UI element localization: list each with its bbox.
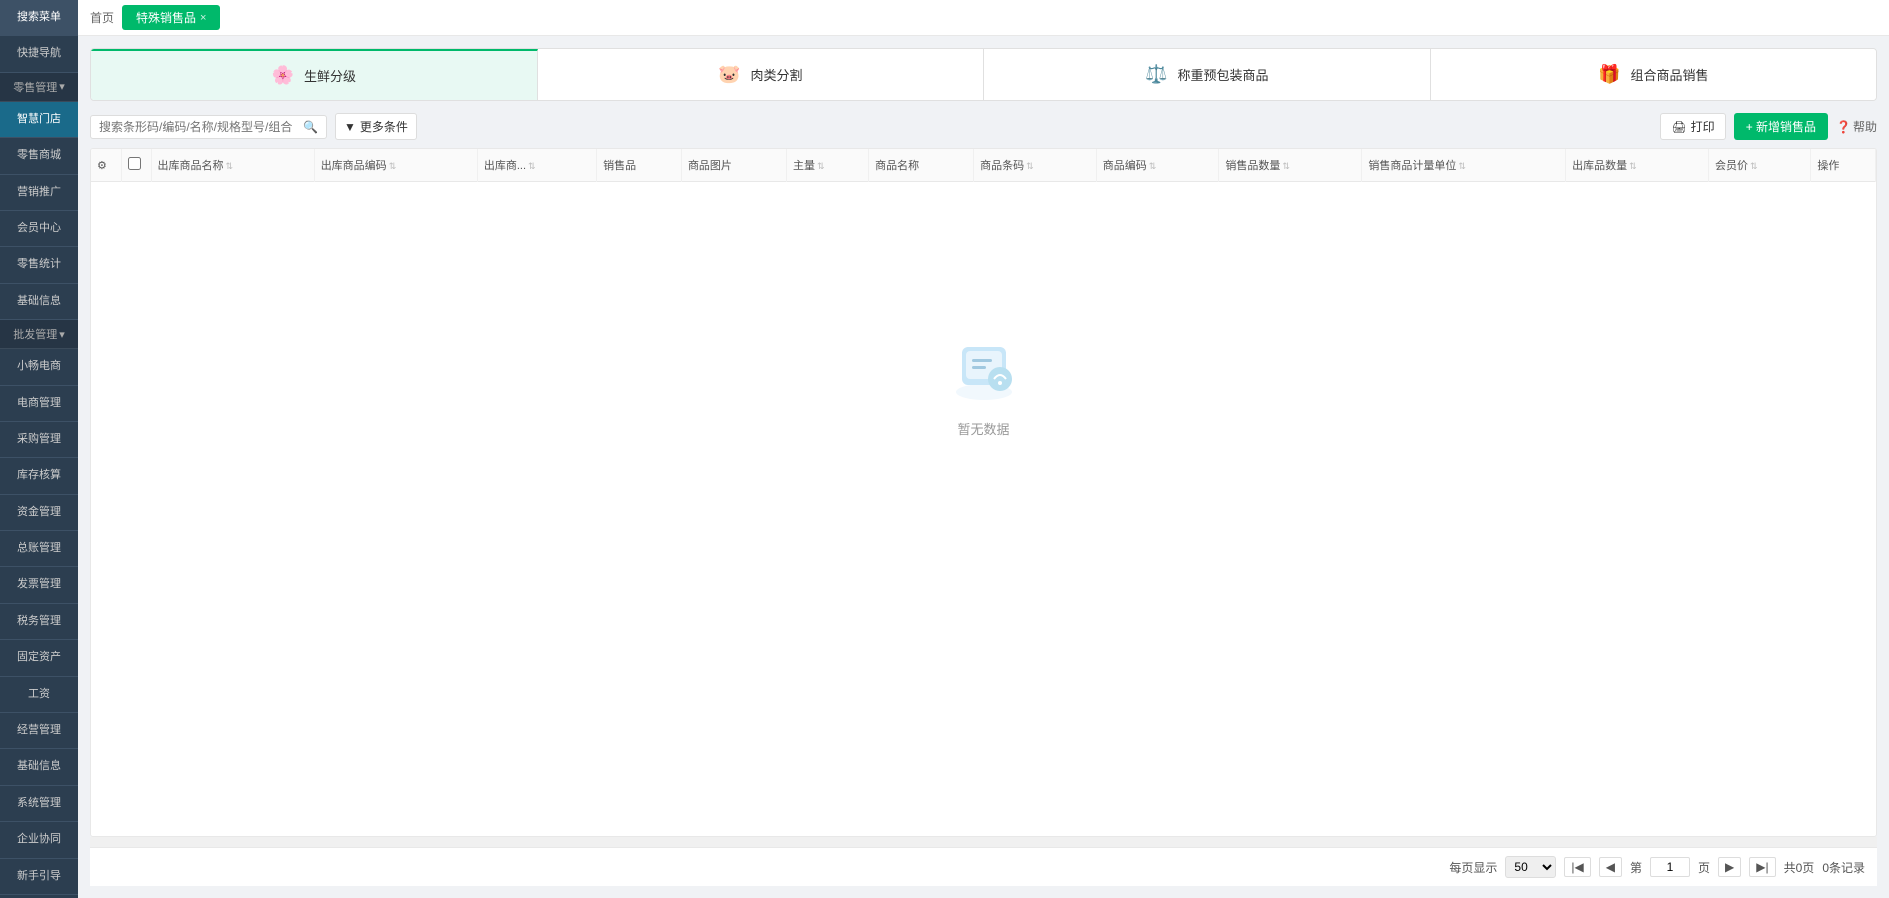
empty-state: 暂无数据 xyxy=(91,182,1876,582)
table-header-row: ⚙ 出库商品名称⇅ 出库商品编码⇅ 出库商...⇅ 销售品 商品图片 主量⇅ 商… xyxy=(91,149,1876,182)
tab-combo-sales[interactable]: 🎁 组合商品销售 xyxy=(1431,49,1877,100)
col-barcode[interactable]: 商品条码⇅ xyxy=(974,149,1097,182)
col-member-price[interactable]: 会员价⇅ xyxy=(1709,149,1811,182)
sidebar-item-basic-info-2[interactable]: 基础信息 xyxy=(0,749,78,785)
col-out-product[interactable]: 出库商...⇅ xyxy=(477,149,596,182)
help-icon: ❓ xyxy=(1836,120,1851,134)
col-product-image[interactable]: 商品图片 xyxy=(681,149,786,182)
active-tab[interactable]: 特殊销售品 × xyxy=(122,5,220,30)
col-out-name[interactable]: 出库商品名称⇅ xyxy=(151,149,314,182)
col-out-code[interactable]: 出库商品编码⇅ xyxy=(314,149,477,182)
col-product-code[interactable]: 商品编码⇅ xyxy=(1096,149,1219,182)
sidebar-item-beginner-guide[interactable]: 新手引导 xyxy=(0,859,78,895)
toolbar: 🔍 ▼ 更多条件 🖨 打印 + 新增销售品 ❓ 帮助 xyxy=(90,113,1877,140)
per-page-select[interactable]: 50 10 20 100 xyxy=(1505,856,1556,878)
empty-state-icon xyxy=(944,327,1024,407)
help-button[interactable]: ❓ 帮助 xyxy=(1836,118,1877,135)
col-out-quantity[interactable]: 出库品数量⇅ xyxy=(1566,149,1709,182)
fresh-grading-icon: 🌸 xyxy=(272,65,294,86)
col-sale-product[interactable]: 销售品 xyxy=(597,149,682,182)
sidebar-item-inventory[interactable]: 库存核算 xyxy=(0,458,78,494)
print-button[interactable]: 🖨 打印 xyxy=(1660,113,1725,140)
sidebar-item-marketing[interactable]: 营销推广 xyxy=(0,175,78,211)
sidebar-item-ecommerce-mgmt[interactable]: 电商管理 xyxy=(0,386,78,422)
page-number-input[interactable] xyxy=(1650,857,1690,877)
tab-meat-cutting[interactable]: 🐷 肉类分割 xyxy=(538,49,985,100)
sidebar-item-basic-info-1[interactable]: 基础信息 xyxy=(0,284,78,320)
sidebar-item-finance-mgmt[interactable]: 资金管理 xyxy=(0,495,78,531)
sidebar-item-general-ledger[interactable]: 总账管理 xyxy=(0,531,78,567)
last-page-button[interactable]: ▶| xyxy=(1749,857,1775,877)
page-content: 🌸 生鲜分级 🐷 肉类分割 ⚖️ 称重预包装商品 🎁 组合商品销售 🔍 xyxy=(78,36,1889,898)
sidebar: 搜索菜单 快捷导航 零售管理 ▾ 智慧门店 零售商城 营销推广 会员中心 零售统… xyxy=(0,0,78,898)
tab-weight-prepack[interactable]: ⚖️ 称重预包装商品 xyxy=(984,49,1431,100)
meat-cutting-icon: 🐷 xyxy=(718,64,740,85)
toolbar-right: 🖨 打印 + 新增销售品 ❓ 帮助 xyxy=(1660,113,1877,140)
sidebar-item-salary[interactable]: 工资 xyxy=(0,677,78,713)
sidebar-item-system-mgmt[interactable]: 系统管理 xyxy=(0,786,78,822)
prev-page-button[interactable]: ◀ xyxy=(1599,857,1622,877)
main-content: 首页 特殊销售品 × 🌸 生鲜分级 🐷 肉类分割 ⚖️ 称重预包装商品 🎁 组合… xyxy=(78,0,1889,898)
filter-button[interactable]: ▼ 更多条件 xyxy=(335,113,417,140)
next-page-button[interactable]: ▶ xyxy=(1718,857,1741,877)
select-all-checkbox[interactable] xyxy=(128,157,141,170)
tab-close-icon[interactable]: × xyxy=(200,12,206,24)
sidebar-item-enterprise-collab[interactable]: 企业协同 xyxy=(0,822,78,858)
search-icon[interactable]: 🔍 xyxy=(303,120,318,134)
sidebar-search[interactable]: 搜索菜单 xyxy=(0,0,78,36)
col-sale-quantity[interactable]: 销售品数量⇅ xyxy=(1219,149,1362,182)
data-table: ⚙ 出库商品名称⇅ 出库商品编码⇅ 出库商...⇅ 销售品 商品图片 主量⇅ 商… xyxy=(91,149,1876,182)
sidebar-item-fixed-assets[interactable]: 固定资产 xyxy=(0,640,78,676)
col-settings[interactable]: ⚙ xyxy=(91,149,121,182)
sidebar-item-wholesale-mgmt[interactable]: 批发管理 ▾ xyxy=(0,320,78,349)
first-page-button[interactable]: |◀ xyxy=(1564,857,1590,877)
sidebar-item-ops-mgmt[interactable]: 经营管理 xyxy=(0,713,78,749)
tab-fresh-grading[interactable]: 🌸 生鲜分级 xyxy=(91,49,538,100)
sidebar-item-smart-store[interactable]: 智慧门店 xyxy=(0,102,78,138)
pagination: 每页显示 50 10 20 100 |◀ ◀ 第 页 ▶ ▶| 共0页 0条记录 xyxy=(90,847,1877,886)
sidebar-item-retail-mgmt[interactable]: 零售管理 ▾ xyxy=(0,73,78,102)
search-box: 🔍 xyxy=(90,115,327,139)
col-main-weight[interactable]: 主量⇅ xyxy=(786,149,868,182)
col-checkbox[interactable] xyxy=(121,149,151,182)
sidebar-item-retail-mall[interactable]: 零售商城 xyxy=(0,138,78,174)
col-sale-unit[interactable]: 销售商品计量单位⇅ xyxy=(1362,149,1566,182)
toolbar-left: 🔍 ▼ 更多条件 xyxy=(90,113,417,140)
weight-prepack-icon: ⚖️ xyxy=(1145,64,1167,85)
print-icon: 🖨 xyxy=(1671,120,1686,134)
horizontal-scrollbar[interactable] xyxy=(90,837,1877,847)
new-sale-item-button[interactable]: + 新增销售品 xyxy=(1734,113,1828,140)
sidebar-item-member-center[interactable]: 会员中心 xyxy=(0,211,78,247)
search-input[interactable] xyxy=(99,120,299,134)
topbar: 首页 特殊销售品 × xyxy=(78,0,1889,36)
tab-card-group: 🌸 生鲜分级 🐷 肉类分割 ⚖️ 称重预包装商品 🎁 组合商品销售 xyxy=(90,48,1877,101)
home-link[interactable]: 首页 xyxy=(90,9,114,26)
filter-icon: ▼ xyxy=(344,120,356,134)
sidebar-item-retail-stats[interactable]: 零售统计 xyxy=(0,247,78,283)
sidebar-item-purchase-mgmt[interactable]: 采购管理 xyxy=(0,422,78,458)
col-actions: 操作 xyxy=(1811,149,1876,182)
col-product-name[interactable]: 商品名称 xyxy=(869,149,974,182)
sidebar-item-quick-nav[interactable]: 快捷导航 xyxy=(0,36,78,72)
data-table-container: ⚙ 出库商品名称⇅ 出库商品编码⇅ 出库商...⇅ 销售品 商品图片 主量⇅ 商… xyxy=(90,148,1877,837)
combo-sales-icon: 🎁 xyxy=(1598,64,1620,85)
sidebar-item-invoice-mgmt[interactable]: 发票管理 xyxy=(0,567,78,603)
sidebar-item-tax-mgmt[interactable]: 税务管理 xyxy=(0,604,78,640)
sidebar-item-ecommerce-small[interactable]: 小畅电商 xyxy=(0,349,78,385)
